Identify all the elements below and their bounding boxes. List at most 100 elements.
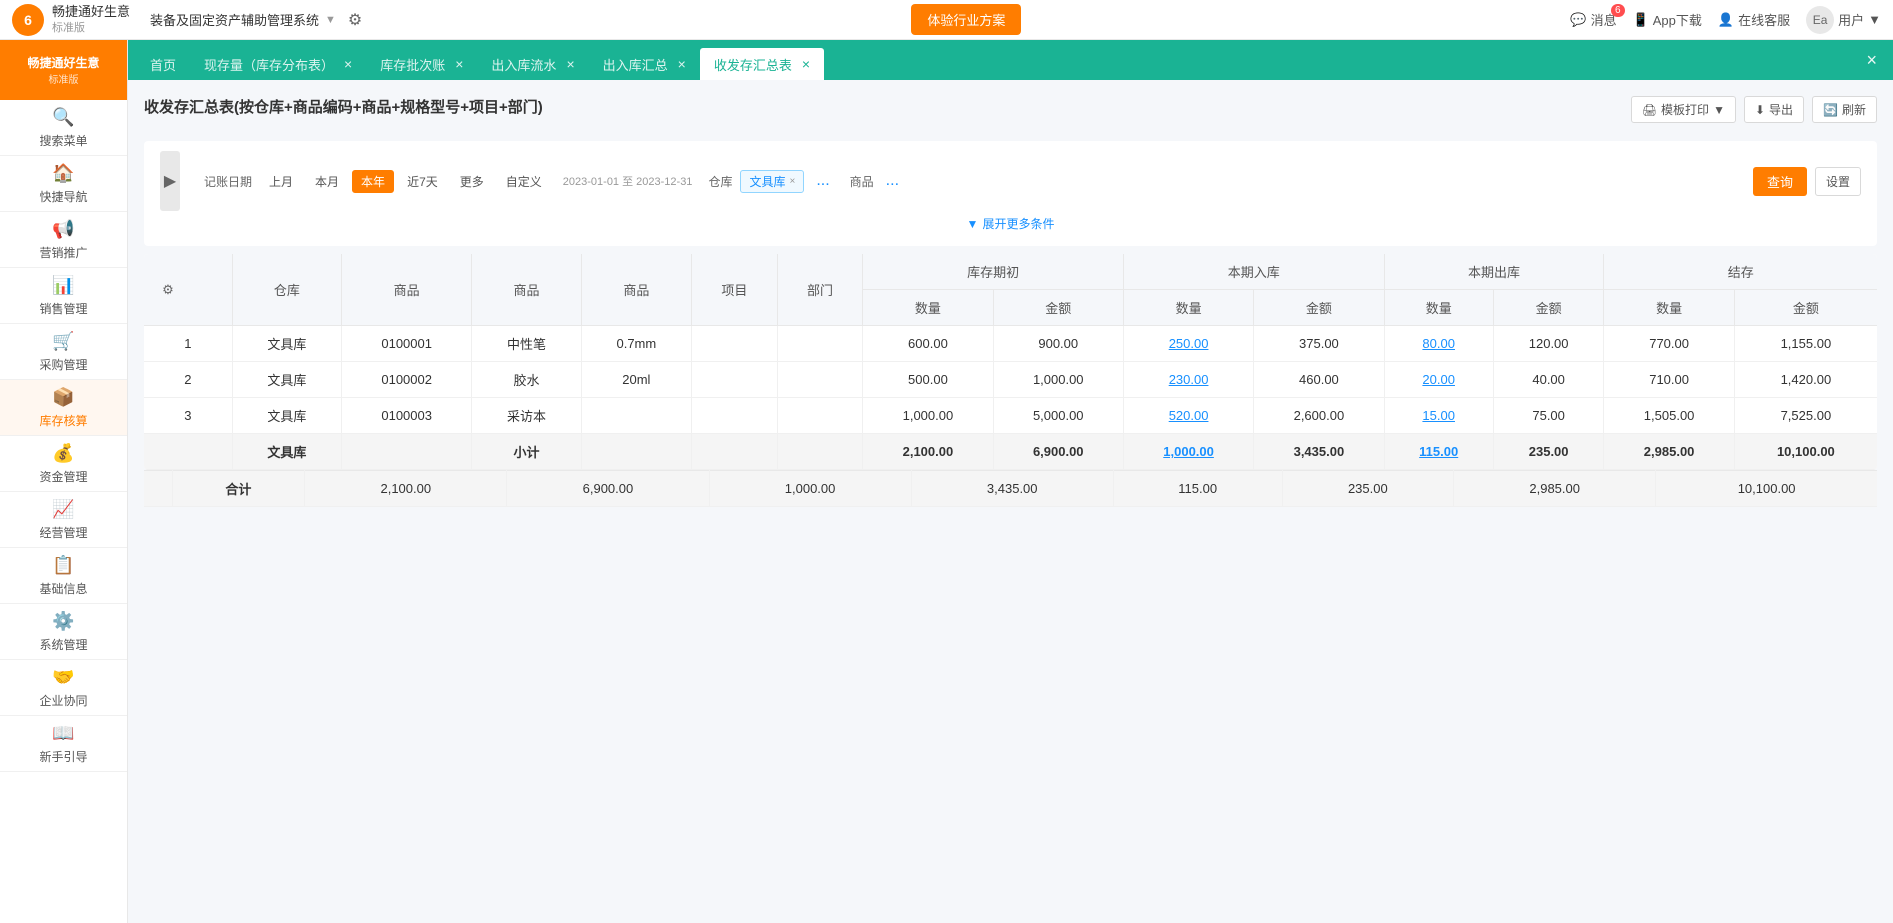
sales-icon: 📊 [52, 275, 74, 296]
tab-close-flow[interactable]: × [566, 56, 574, 72]
cell-out-amt: 120.00 [1493, 326, 1604, 362]
cell-in-qty[interactable]: 250.00 [1123, 326, 1253, 362]
online-service-btn[interactable]: 👤 在线客服 [1718, 10, 1790, 29]
th-balance-group: 结存 [1604, 254, 1877, 290]
footer-out-amt: 235.00 [1282, 471, 1454, 507]
sidebar-item-finance[interactable]: 💰 资金管理 [0, 436, 127, 492]
date-buttons: 上月 本月 本年 近7天 更多 自定义 [260, 170, 551, 193]
cell-out-amt: 235.00 [1493, 434, 1604, 470]
in-qty-link[interactable]: 230.00 [1169, 372, 1209, 387]
cell-out-amt: 75.00 [1493, 398, 1604, 434]
in-qty-link[interactable]: 250.00 [1169, 336, 1209, 351]
date-btn-this-year[interactable]: 本年 [352, 170, 394, 193]
gear-icon[interactable]: ⚙ [348, 10, 362, 30]
filter-collapse-btn[interactable]: ▶ [160, 151, 180, 211]
tab-close-summary[interactable]: × [678, 56, 686, 72]
tab-flow[interactable]: 出入库流水 × [477, 48, 588, 80]
cell-bal-amt: 10,100.00 [1734, 434, 1877, 470]
out-qty-link[interactable]: 80.00 [1422, 336, 1455, 351]
filter-inner: ▶ 记账日期 上月 本月 本年 近7天 更多 自定义 [160, 151, 1861, 211]
user-area[interactable]: Ea 用户 ▼ [1806, 6, 1881, 34]
goods-more-btn[interactable]: ... [882, 172, 903, 190]
tab-home[interactable]: 首页 [136, 48, 190, 80]
cell-out-qty[interactable]: 80.00 [1384, 326, 1493, 362]
logo-area: 6 畅捷通好生意 标准版 [12, 4, 130, 36]
cell-open-qty: 500.00 [863, 362, 993, 398]
date-filter: 记账日期 上月 本月 本年 近7天 更多 自定义 2023-01-01 至 20… [204, 170, 692, 193]
cell-in-qty[interactable]: 1,000.00 [1123, 434, 1253, 470]
date-btn-custom[interactable]: 自定义 [497, 170, 551, 193]
cell-in-qty[interactable]: 520.00 [1123, 398, 1253, 434]
tab-recv-send[interactable]: 收发存汇总表 × [700, 48, 824, 80]
cell-warehouse: 文具库 [232, 434, 341, 470]
cell-out-qty[interactable]: 15.00 [1384, 398, 1493, 434]
tab-summary[interactable]: 出入库汇总 × [589, 48, 700, 80]
tab-close-recv-send[interactable]: × [802, 56, 810, 72]
sidebar-item-sales[interactable]: 📊 销售管理 [0, 268, 127, 324]
tab-batch[interactable]: 库存批次账 × [366, 48, 477, 80]
table-row: 1文具库0100001中性笔0.7mm600.00900.00250.00375… [144, 326, 1877, 362]
out-qty-link[interactable]: 115.00 [1419, 444, 1458, 459]
tab-close-batch[interactable]: × [455, 56, 463, 72]
sidebar-item-inventory[interactable]: 📦 库存核算 [0, 380, 127, 436]
date-btn-last-month[interactable]: 上月 [260, 170, 302, 193]
out-qty-link[interactable]: 15.00 [1422, 408, 1455, 423]
th-open-qty: 数量 [863, 290, 993, 326]
cell-open-amt: 900.00 [993, 326, 1123, 362]
date-btn-this-month[interactable]: 本月 [306, 170, 348, 193]
sidebar-item-purchase[interactable]: 🛒 采购管理 [0, 324, 127, 380]
sidebar-item-quick-nav[interactable]: 🏠 快捷导航 [0, 156, 127, 212]
cell-name: 采访本 [472, 398, 581, 434]
sidebar-item-basic-info[interactable]: 📋 基础信息 [0, 548, 127, 604]
cell-in-amt: 375.00 [1254, 326, 1384, 362]
th-bal-qty: 数量 [1604, 290, 1734, 326]
footer-bar: 合计 2,100.00 6,900.00 1,000.00 3,435.00 1… [144, 470, 1877, 507]
footer-open-qty: 2,100.00 [305, 471, 507, 507]
sidebar-item-operations[interactable]: 📈 经营管理 [0, 492, 127, 548]
logo-text: 畅捷通好生意 [52, 4, 130, 20]
cell-warehouse: 文具库 [232, 398, 341, 434]
cell-warehouse: 文具库 [232, 362, 341, 398]
date-btn-more[interactable]: 更多 [451, 170, 493, 193]
user-dropdown-icon: ▼ [1868, 12, 1881, 27]
message-btn[interactable]: 💬 消息 6 [1570, 10, 1616, 29]
cell-out-qty[interactable]: 115.00 [1384, 434, 1493, 470]
expand-icon: ▼ [967, 217, 979, 231]
basic-info-icon: 📋 [52, 555, 74, 576]
table-settings-icon[interactable]: ⚙ [154, 276, 182, 304]
user-avatar: Ea [1806, 6, 1834, 34]
out-qty-link[interactable]: 20.00 [1422, 372, 1455, 387]
warehouse-tag-close[interactable]: × [789, 176, 795, 187]
date-label: 记账日期 [204, 173, 252, 190]
sidebar-item-search[interactable]: 🔍 搜索菜单 [0, 100, 127, 156]
system-dropdown-icon[interactable]: ▼ [325, 14, 336, 26]
sidebar-item-guide[interactable]: 📖 新手引导 [0, 716, 127, 772]
date-range: 2023-01-01 至 2023-12-31 [563, 173, 693, 189]
cell-no: 1 [144, 326, 232, 362]
warehouse-label: 仓库 [708, 173, 732, 190]
in-qty-link[interactable]: 1,000.00 [1163, 444, 1214, 459]
try-btn[interactable]: 体验行业方案 [911, 4, 1021, 35]
in-qty-link[interactable]: 520.00 [1169, 408, 1209, 423]
refresh-icon: 🔄 [1823, 103, 1838, 117]
expand-btn[interactable]: ▼ 展开更多条件 [967, 215, 1055, 232]
print-btn[interactable]: 🖨 模板打印 ▼ [1631, 96, 1736, 123]
th-out-group: 本期出库 [1384, 254, 1604, 290]
close-all-tabs[interactable]: × [1858, 50, 1885, 71]
settings-btn[interactable]: 设置 [1815, 167, 1861, 196]
query-btn[interactable]: 查询 [1753, 167, 1807, 196]
app-download-btn[interactable]: 📱 App下载 [1633, 10, 1702, 29]
main-area: 畅捷通好生意 标准版 🔍 搜索菜单 🏠 快捷导航 📢 营销推广 📊 销售管理 🛒 [0, 40, 1893, 923]
export-btn[interactable]: ⬇ 导出 [1744, 96, 1804, 123]
tab-close-stock-dist[interactable]: × [344, 56, 352, 72]
warehouse-more-btn[interactable]: ... [812, 172, 833, 190]
cell-in-qty[interactable]: 230.00 [1123, 362, 1253, 398]
sidebar-item-enterprise[interactable]: 🤝 企业协同 [0, 660, 127, 716]
date-btn-7days[interactable]: 近7天 [398, 170, 447, 193]
cell-out-qty[interactable]: 20.00 [1384, 362, 1493, 398]
refresh-btn[interactable]: 🔄 刷新 [1812, 96, 1877, 123]
sidebar-item-system[interactable]: ⚙️ 系统管理 [0, 604, 127, 660]
tab-stock-dist[interactable]: 现存量（库存分布表） × [190, 48, 366, 80]
cell-name: 中性笔 [472, 326, 581, 362]
sidebar-item-marketing[interactable]: 📢 营销推广 [0, 212, 127, 268]
